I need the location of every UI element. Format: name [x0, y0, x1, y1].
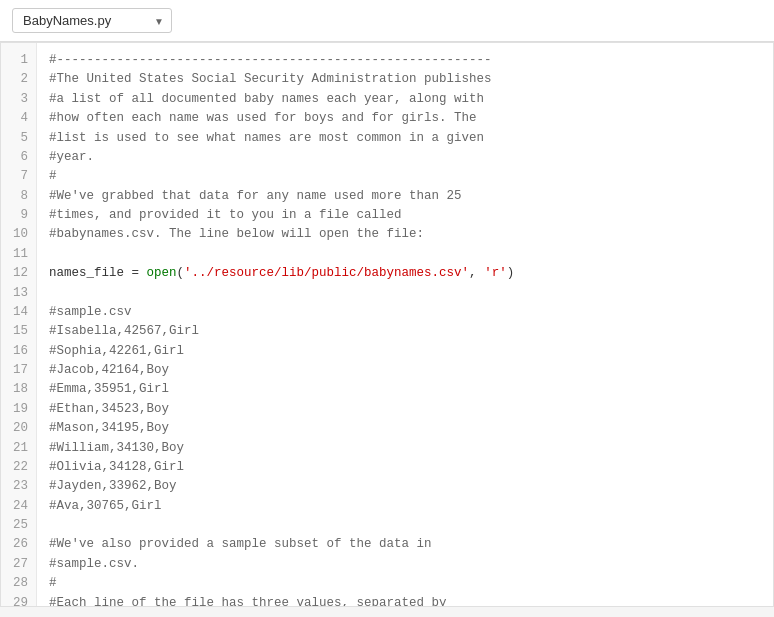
line-number: 21 [1, 439, 36, 458]
code-line: #Ethan,34523,Boy [49, 400, 761, 419]
line-number: 12 [1, 264, 36, 283]
code-line: # [49, 167, 761, 186]
line-number: 13 [1, 284, 36, 303]
line-number: 28 [1, 574, 36, 593]
code-line: names_file = open('../resource/lib/publi… [49, 264, 761, 283]
line-number: 24 [1, 497, 36, 516]
line-number: 6 [1, 148, 36, 167]
code-line: #Emma,35951,Girl [49, 380, 761, 399]
code-line: #Sophia,42261,Girl [49, 342, 761, 361]
code-line: #times, and provided it to you in a file… [49, 206, 761, 225]
code-line [49, 284, 761, 303]
line-number: 17 [1, 361, 36, 380]
code-line: #Olivia,34128,Girl [49, 458, 761, 477]
code-line: #William,34130,Boy [49, 439, 761, 458]
line-number: 23 [1, 477, 36, 496]
line-number: 15 [1, 322, 36, 341]
file-select[interactable]: BabyNames.py [12, 8, 172, 33]
line-number: 5 [1, 129, 36, 148]
code-line: #Mason,34195,Boy [49, 419, 761, 438]
code-line: #Ava,30765,Girl [49, 497, 761, 516]
line-number: 20 [1, 419, 36, 438]
code-line: #list is used to see what names are most… [49, 129, 761, 148]
code-line: #Each line of the file has three values,… [49, 594, 761, 608]
code-content[interactable]: #---------------------------------------… [37, 43, 773, 607]
line-number: 14 [1, 303, 36, 322]
line-number: 3 [1, 90, 36, 109]
code-line: #how often each name was used for boys a… [49, 109, 761, 128]
code-line: #We've also provided a sample subset of … [49, 535, 761, 554]
line-number: 18 [1, 380, 36, 399]
line-number: 22 [1, 458, 36, 477]
line-number: 25 [1, 516, 36, 535]
line-number: 27 [1, 555, 36, 574]
line-number: 1 [1, 51, 36, 70]
code-line [49, 245, 761, 264]
code-line: # [49, 574, 761, 593]
toolbar: BabyNames.py ▼ [0, 0, 774, 42]
code-line [49, 516, 761, 535]
code-line: #year. [49, 148, 761, 167]
file-select-wrapper[interactable]: BabyNames.py ▼ [12, 8, 172, 33]
editor-container: 1234567891011121314151617181920212223242… [0, 42, 774, 607]
line-number: 2 [1, 70, 36, 89]
line-numbers: 1234567891011121314151617181920212223242… [1, 43, 37, 607]
code-line: #sample.csv. [49, 555, 761, 574]
code-line: #The United States Social Security Admin… [49, 70, 761, 89]
code-line: #---------------------------------------… [49, 51, 761, 70]
line-number: 19 [1, 400, 36, 419]
code-line: #Isabella,42567,Girl [49, 322, 761, 341]
line-number: 11 [1, 245, 36, 264]
line-number: 29 [1, 594, 36, 608]
line-number: 7 [1, 167, 36, 186]
code-line: #a list of all documented baby names eac… [49, 90, 761, 109]
code-line: #babynames.csv. The line below will open… [49, 225, 761, 244]
line-number: 9 [1, 206, 36, 225]
line-number: 26 [1, 535, 36, 554]
code-line: #Jacob,42164,Boy [49, 361, 761, 380]
code-line: #Jayden,33962,Boy [49, 477, 761, 496]
code-area: 1234567891011121314151617181920212223242… [1, 43, 773, 607]
line-number: 10 [1, 225, 36, 244]
line-number: 8 [1, 187, 36, 206]
code-line: #sample.csv [49, 303, 761, 322]
line-number: 4 [1, 109, 36, 128]
code-line: #We've grabbed that data for any name us… [49, 187, 761, 206]
line-number: 16 [1, 342, 36, 361]
